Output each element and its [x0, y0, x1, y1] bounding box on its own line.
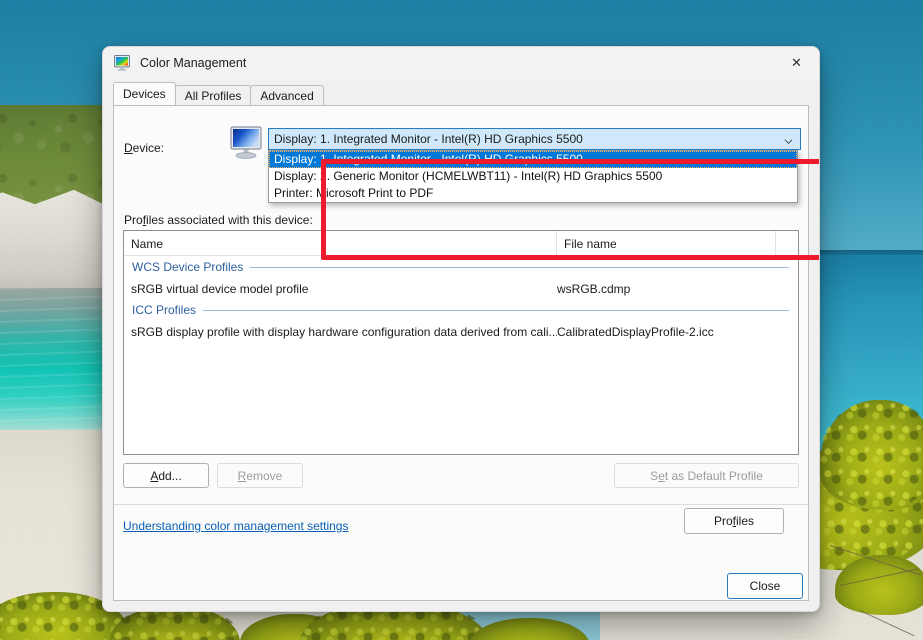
chevron-down-icon [784, 135, 793, 145]
add-button[interactable]: Add... [123, 463, 209, 488]
dropdown-option-display-1[interactable]: Display: 1. Integrated Monitor - Intel(R… [269, 151, 797, 168]
remove-button[interactable]: Remove [217, 463, 303, 488]
group-header-wcs-label: WCS Device Profiles [132, 260, 244, 274]
profiles-listview[interactable]: Name File name WCS Device Profiles sRGB … [123, 230, 799, 455]
column-header-file-name[interactable]: File name [557, 231, 776, 256]
set-as-default-profile-button[interactable]: Set as Default Profile [614, 463, 799, 488]
close-button[interactable]: Close [727, 573, 803, 599]
profile-name: sRGB virtual device model profile [131, 281, 309, 296]
profile-file-name: CalibratedDisplayProfile-2.icc [557, 324, 714, 339]
tab-all-profiles[interactable]: All Profiles [174, 85, 252, 105]
table-row[interactable]: sRGB virtual device model profile wsRGB.… [124, 278, 798, 299]
dropdown-option-printer[interactable]: Printer: Microsoft Print to PDF [269, 185, 797, 202]
group-header-wcs: WCS Device Profiles [124, 256, 798, 278]
dropdown-option-display-2[interactable]: Display: 2. Generic Monitor (HCMELWBT11)… [269, 168, 797, 185]
title-bar: Color Management ✕ [103, 47, 819, 79]
divider [114, 504, 810, 505]
tab-devices[interactable]: Devices [113, 82, 176, 105]
tab-strip: Devices All Profiles Advanced [113, 82, 324, 105]
help-link[interactable]: Understanding color management settings [123, 519, 348, 533]
monitor-icon [229, 126, 265, 160]
profile-name: sRGB display profile with display hardwa… [131, 324, 557, 339]
profiles-associated-label: Profiles associated with this device: [124, 213, 313, 227]
window-title: Color Management [140, 56, 247, 70]
column-header-spacer [776, 231, 798, 256]
tab-page-devices: Device: Display: 1. Integrated Monitor -… [113, 105, 810, 601]
group-header-icc-label: ICC Profiles [132, 303, 197, 317]
column-header-name[interactable]: Name [124, 231, 557, 256]
color-monitor-icon [113, 54, 131, 72]
color-management-dialog: Color Management ✕ Devices All Profiles … [102, 46, 820, 612]
profiles-button[interactable]: Profiles [684, 508, 784, 534]
wallpaper-foliage-right [835, 555, 923, 615]
tab-advanced[interactable]: Advanced [250, 85, 324, 105]
group-header-rule [203, 309, 789, 311]
device-combobox-value: Display: 1. Integrated Monitor - Intel(R… [274, 132, 583, 146]
device-dropdown-list[interactable]: Display: 1. Integrated Monitor - Intel(R… [268, 150, 798, 203]
listview-header: Name File name [124, 231, 798, 256]
device-combobox[interactable]: Display: 1. Integrated Monitor - Intel(R… [268, 128, 801, 150]
close-icon[interactable]: ✕ [774, 47, 819, 79]
profile-file-name: wsRGB.cdmp [557, 281, 631, 296]
group-header-rule [250, 266, 789, 268]
table-row[interactable]: sRGB display profile with display hardwa… [124, 321, 798, 342]
desktop-background: Color Management ✕ Devices All Profiles … [0, 0, 923, 640]
dialog-client-area: Devices All Profiles Advanced Device: Di… [103, 79, 819, 611]
group-header-icc: ICC Profiles [124, 299, 798, 321]
device-label: Device: [124, 141, 165, 155]
